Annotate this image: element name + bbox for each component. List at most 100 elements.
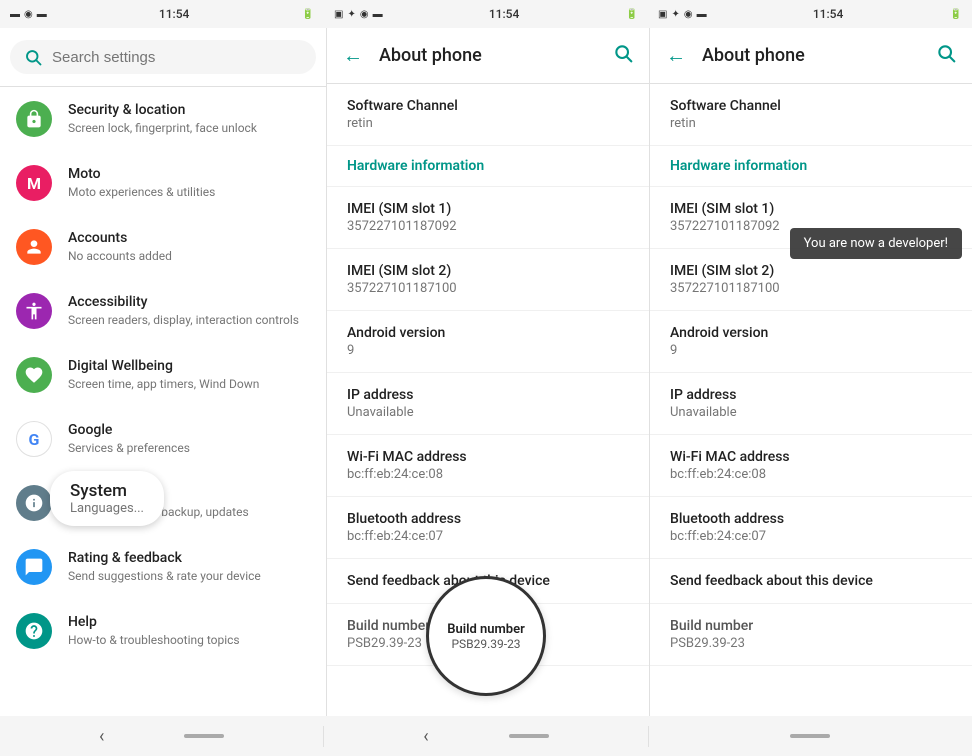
middle-hardware-title: Hardware information bbox=[347, 158, 629, 174]
system-icon-wrap bbox=[16, 485, 52, 521]
help-icon bbox=[24, 621, 44, 641]
nav-back-left[interactable]: ‹ bbox=[99, 726, 104, 747]
right-ip-address[interactable]: IP address Unavailable bbox=[650, 373, 972, 435]
right-imei1-title: IMEI (SIM slot 1) bbox=[670, 201, 952, 217]
middle-hardware-header: Hardware information bbox=[327, 146, 649, 187]
google-title: Google bbox=[68, 421, 310, 439]
nav-back-mid[interactable]: ‹ bbox=[423, 726, 428, 747]
right-software-channel-title: Software Channel bbox=[670, 98, 952, 114]
right-ip-subtitle: Unavailable bbox=[670, 405, 952, 420]
heart-icon bbox=[24, 365, 44, 385]
accounts-icon-wrap bbox=[16, 229, 52, 265]
build-number-circle-title: Build number bbox=[447, 622, 525, 637]
right-back-button[interactable]: ← bbox=[666, 43, 686, 68]
status-panel-left: ▬ ◉ ▬ 11:54 🔋 bbox=[0, 7, 324, 21]
info-icon bbox=[24, 493, 44, 513]
right-bt-subtitle: bc:ff:eb:24:ce:07 bbox=[670, 529, 952, 544]
nav-panel-right bbox=[649, 734, 972, 738]
search-input[interactable] bbox=[52, 49, 302, 66]
middle-imei2[interactable]: IMEI (SIM slot 2) 357227101187100 bbox=[327, 249, 649, 311]
help-subtitle: How-to & troubleshooting topics bbox=[68, 633, 310, 649]
status-panel-mid: ▣ ✦ ◉ ▬ 11:54 🔋 bbox=[324, 7, 648, 21]
google-icon-wrap: G bbox=[16, 421, 52, 457]
middle-wifi-subtitle: bc:ff:eb:24:ce:08 bbox=[347, 467, 629, 482]
icon-msg: ▬ bbox=[37, 9, 47, 20]
digital-wellbeing-title: Digital Wellbeing bbox=[68, 357, 310, 375]
middle-imei2-subtitle: 357227101187100 bbox=[347, 281, 629, 296]
right-imei2-subtitle: 357227101187100 bbox=[670, 281, 952, 296]
middle-ip-address[interactable]: IP address Unavailable bbox=[327, 373, 649, 435]
sidebar-item-accounts[interactable]: Accounts No accounts added bbox=[0, 215, 326, 279]
nav-panel-left: ‹ bbox=[0, 726, 324, 747]
sidebar-item-accessibility[interactable]: Accessibility Screen readers, display, i… bbox=[0, 279, 326, 343]
right-build-subtitle: PSB29.39-23 bbox=[670, 636, 952, 651]
accounts-subtitle: No accounts added bbox=[68, 249, 310, 265]
icon-msg-mid: ▬ bbox=[373, 9, 383, 20]
battery-icon-right: 🔋 bbox=[950, 9, 962, 20]
middle-software-channel-subtitle: retin bbox=[347, 116, 629, 131]
sidebar-item-rating[interactable]: Rating & feedback Send suggestions & rat… bbox=[0, 535, 326, 599]
battery-icon-left: 🔋 bbox=[302, 9, 314, 20]
middle-software-channel[interactable]: Software Channel retin bbox=[327, 84, 649, 146]
nav-panel-mid: ‹ bbox=[324, 726, 648, 747]
sidebar-item-help[interactable]: Help How-to & troubleshooting topics bbox=[0, 599, 326, 663]
middle-android-version[interactable]: Android version 9 bbox=[327, 311, 649, 373]
middle-search-button[interactable] bbox=[613, 43, 633, 68]
security-subtitle: Screen lock, fingerprint, face unlock bbox=[68, 121, 310, 137]
right-imei2-title: IMEI (SIM slot 2) bbox=[670, 263, 952, 279]
status-time-right: 11:54 bbox=[813, 7, 843, 21]
middle-ip-subtitle: Unavailable bbox=[347, 405, 629, 420]
middle-wifi-title: Wi-Fi MAC address bbox=[347, 449, 629, 465]
middle-android-subtitle: 9 bbox=[347, 343, 629, 358]
right-bt-title: Bluetooth address bbox=[670, 511, 952, 527]
icon-dl-mid: ✦ bbox=[347, 9, 355, 20]
sidebar-item-google[interactable]: G Google Services & preferences bbox=[0, 407, 326, 471]
middle-about-panel: ← About phone Software Channel retin Har… bbox=[327, 28, 650, 716]
middle-back-button[interactable]: ← bbox=[343, 43, 363, 68]
right-hardware-header: Hardware information bbox=[650, 146, 972, 187]
middle-bt-subtitle: bc:ff:eb:24:ce:07 bbox=[347, 529, 629, 544]
right-feedback[interactable]: Send feedback about this device bbox=[650, 559, 972, 604]
sidebar-item-digital-wellbeing[interactable]: Digital Wellbeing Screen time, app timer… bbox=[0, 343, 326, 407]
rating-title: Rating & feedback bbox=[68, 549, 310, 567]
google-icon: G bbox=[29, 430, 40, 449]
right-wifi-subtitle: bc:ff:eb:24:ce:08 bbox=[670, 467, 952, 482]
right-panel-header: ← About phone bbox=[650, 28, 972, 84]
sidebar-item-system[interactable]: System Languages, time, backup, updates … bbox=[0, 471, 326, 535]
search-bar[interactable] bbox=[0, 28, 326, 87]
middle-imei1[interactable]: IMEI (SIM slot 1) 357227101187092 bbox=[327, 187, 649, 249]
sidebar-item-security[interactable]: Security & location Screen lock, fingerp… bbox=[0, 87, 326, 151]
security-title: Security & location bbox=[68, 101, 310, 119]
right-android-version[interactable]: Android version 9 bbox=[650, 311, 972, 373]
right-search-button[interactable] bbox=[936, 43, 956, 68]
moto-subtitle: Moto experiences & utilities bbox=[68, 185, 310, 201]
middle-android-title: Android version bbox=[347, 325, 629, 341]
right-android-title: Android version bbox=[670, 325, 952, 341]
moto-icon-wrap: M bbox=[16, 165, 52, 201]
icon-sim-mid: ▣ bbox=[334, 9, 343, 20]
search-icon-mid bbox=[613, 43, 633, 63]
right-wifi-mac[interactable]: Wi-Fi MAC address bc:ff:eb:24:ce:08 bbox=[650, 435, 972, 497]
accessibility-icon bbox=[24, 301, 44, 321]
search-input-wrap[interactable] bbox=[10, 40, 316, 74]
sidebar-item-moto[interactable]: M Moto Moto experiences & utilities bbox=[0, 151, 326, 215]
nav-home-left bbox=[184, 734, 224, 738]
middle-software-channel-title: Software Channel bbox=[347, 98, 629, 114]
build-number-circle[interactable]: Build number PSB29.39-23 bbox=[426, 576, 546, 696]
right-bluetooth[interactable]: Bluetooth address bc:ff:eb:24:ce:07 bbox=[650, 497, 972, 559]
middle-ip-title: IP address bbox=[347, 387, 629, 403]
icon-shield: ◉ bbox=[24, 9, 33, 20]
moto-icon: M bbox=[27, 174, 41, 193]
developer-toast-text: You are now a developer! bbox=[804, 236, 948, 251]
main-layout: Security & location Screen lock, fingerp… bbox=[0, 28, 972, 716]
digital-wellbeing-icon-wrap bbox=[16, 357, 52, 393]
middle-bluetooth[interactable]: Bluetooth address bc:ff:eb:24:ce:07 bbox=[327, 497, 649, 559]
rating-text: Rating & feedback Send suggestions & rat… bbox=[68, 549, 310, 585]
icon-dl-right: ✦ bbox=[671, 9, 679, 20]
icon-msg-right: ▬ bbox=[697, 9, 707, 20]
accounts-title: Accounts bbox=[68, 229, 310, 247]
right-build-number[interactable]: Build number PSB29.39-23 bbox=[650, 604, 972, 666]
search-icon bbox=[24, 48, 42, 66]
middle-wifi-mac[interactable]: Wi-Fi MAC address bc:ff:eb:24:ce:08 bbox=[327, 435, 649, 497]
right-software-channel[interactable]: Software Channel retin bbox=[650, 84, 972, 146]
